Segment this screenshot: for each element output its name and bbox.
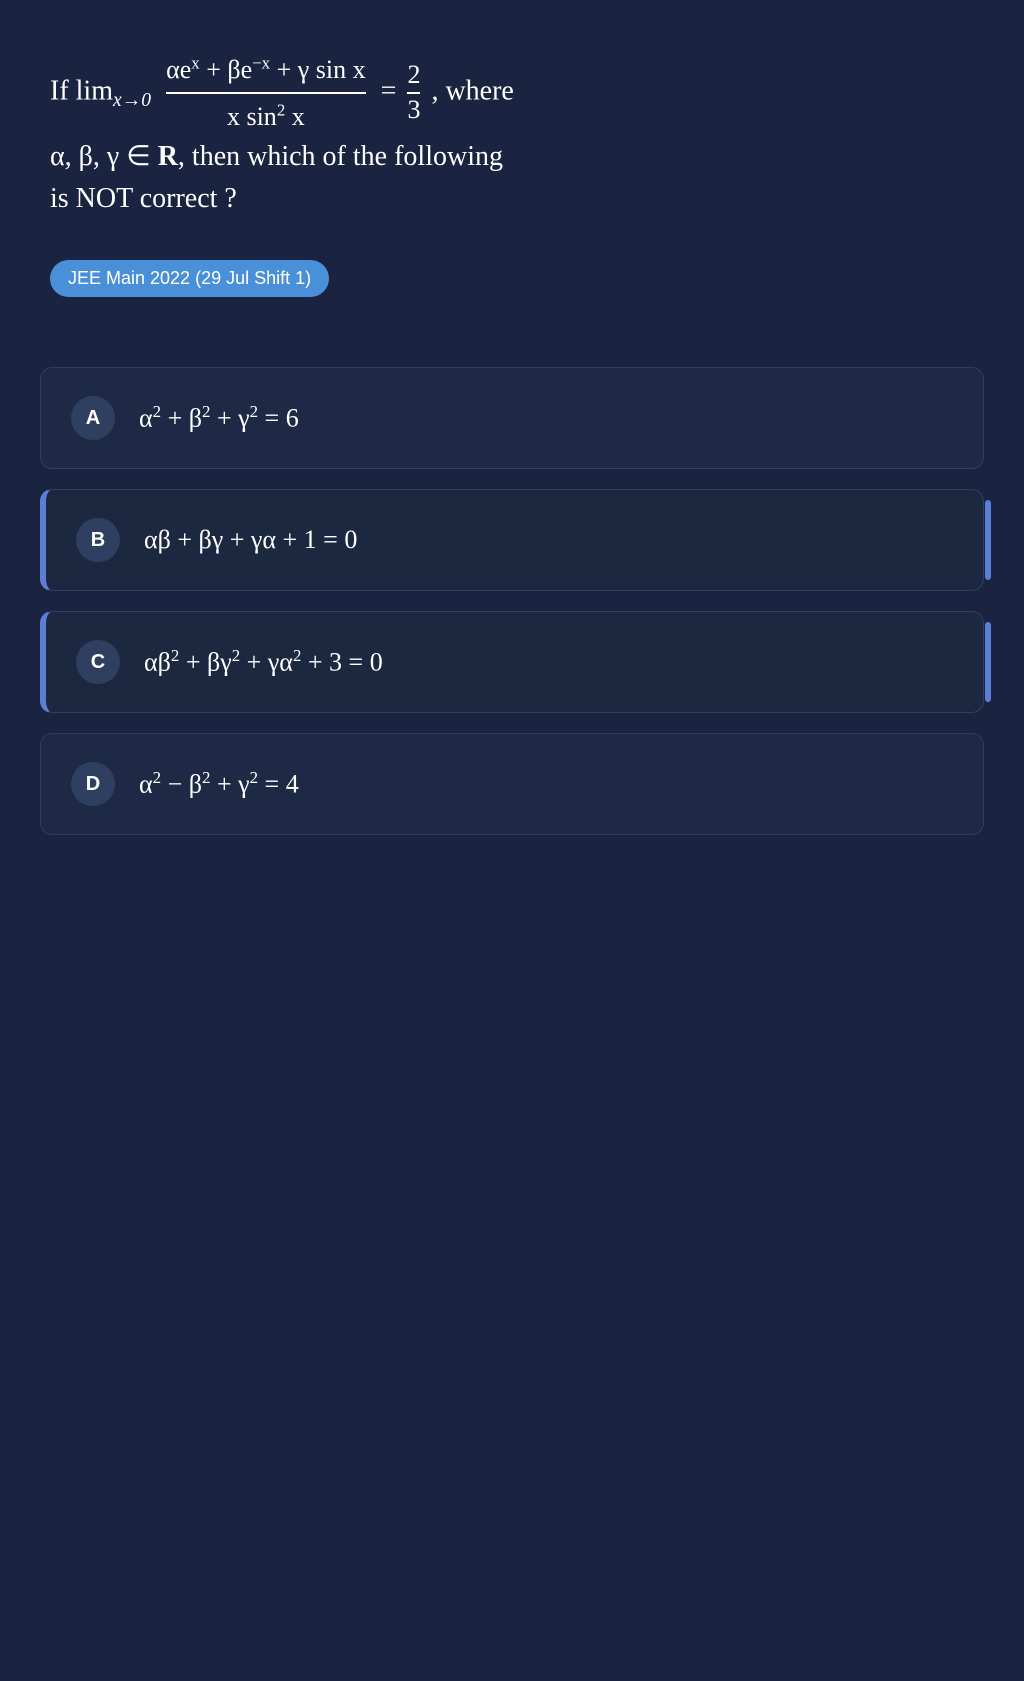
result-numerator: 2 xyxy=(407,61,420,94)
question-block: If limx→0 αex + βe−x + γ sin x x sin2 x … xyxy=(40,30,984,327)
question-continuation-2: is NOT correct ? xyxy=(50,183,237,214)
question-text: If limx→0 αex + βe−x + γ sin x x sin2 x … xyxy=(50,50,974,220)
question-suffix: , where xyxy=(431,75,513,106)
option-a-expression: α2 + β2 + γ2 = 6 xyxy=(139,402,299,434)
scrollbar-indicator-b xyxy=(985,500,991,580)
options-container: A α2 + β2 + γ2 = 6 B αβ + βγ + γα + 1 = … xyxy=(40,367,984,855)
option-b-expression: αβ + βγ + γα + 1 = 0 xyxy=(144,525,357,555)
option-c-expression: αβ2 + βγ2 + γα2 + 3 = 0 xyxy=(144,646,383,678)
question-prefix: If lim xyxy=(50,75,113,106)
limit-fraction: αex + βe−x + γ sin x x sin2 x xyxy=(166,50,366,136)
option-d-expression: α2 − β2 + γ2 = 4 xyxy=(139,768,299,800)
source-badge: JEE Main 2022 (29 Jul Shift 1) xyxy=(50,260,329,297)
question-continuation: α, β, γ ∈ R, then which of the following xyxy=(50,141,503,172)
page-container: If limx→0 αex + βe−x + γ sin x x sin2 x … xyxy=(0,0,1024,1681)
option-b[interactable]: B αβ + βγ + γα + 1 = 0 xyxy=(40,489,984,591)
equals-sign: = xyxy=(381,75,404,106)
scrollbar-indicator-c xyxy=(985,622,991,702)
result-denominator: 3 xyxy=(407,94,420,125)
source-badge-container: JEE Main 2022 (29 Jul Shift 1) xyxy=(50,250,974,297)
option-c[interactable]: C αβ2 + βγ2 + γα2 + 3 = 0 xyxy=(40,611,984,713)
option-d-label: D xyxy=(71,762,115,806)
option-a-label: A xyxy=(71,396,115,440)
option-b-label: B xyxy=(76,518,120,562)
option-d[interactable]: D α2 − β2 + γ2 = 4 xyxy=(40,733,984,835)
option-c-label: C xyxy=(76,640,120,684)
fraction-numerator: αex + βe−x + γ sin x xyxy=(166,50,366,94)
fraction-denominator: x sin2 x xyxy=(166,94,366,136)
result-fraction: 2 3 xyxy=(407,61,420,124)
option-a[interactable]: A α2 + β2 + γ2 = 6 xyxy=(40,367,984,469)
limit-subscript: x→0 xyxy=(113,90,151,111)
